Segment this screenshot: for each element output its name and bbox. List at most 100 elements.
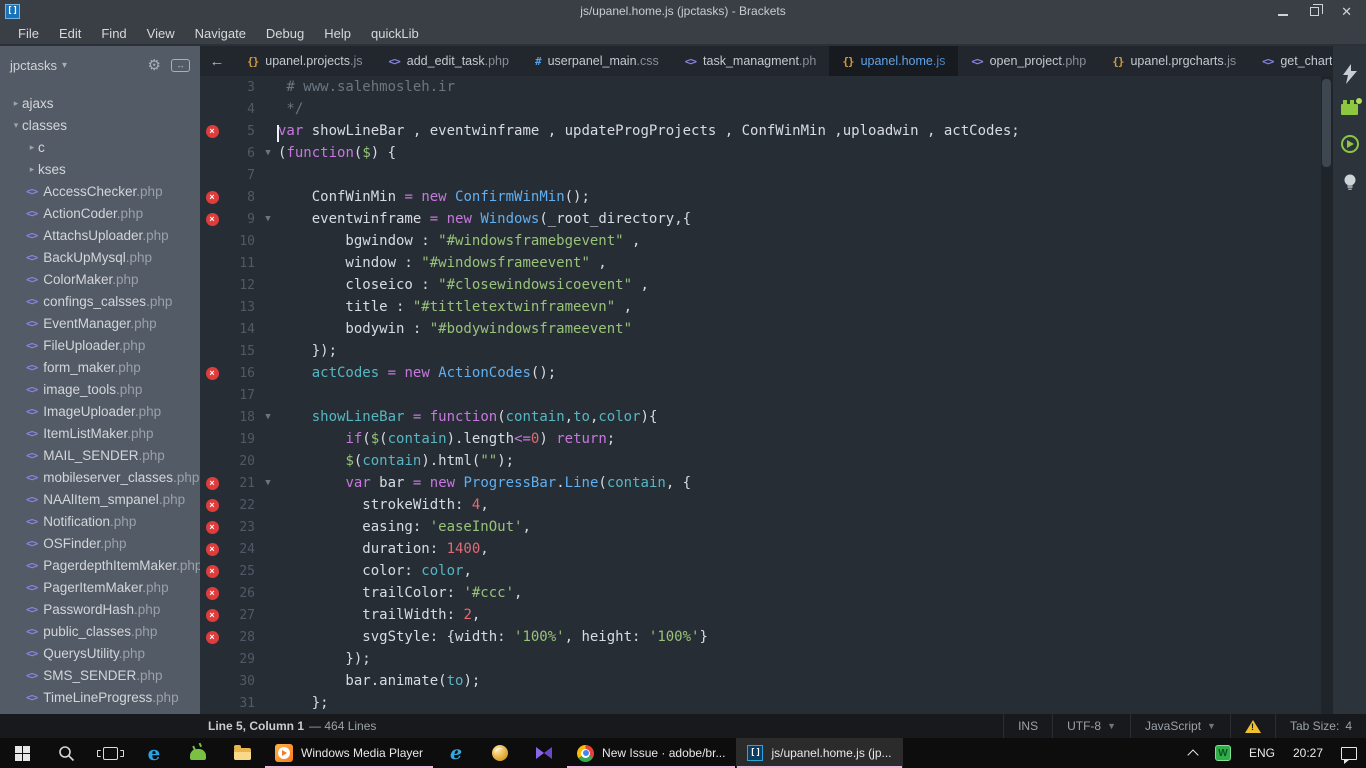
code-line-13[interactable]: 13 title : "#tittletextwinframeevn" , xyxy=(200,296,1332,318)
encoding-dropdown[interactable]: UTF-8▼ xyxy=(1052,714,1130,738)
tree-file-imageuploader-php[interactable]: <>ImageUploader.php xyxy=(0,400,200,422)
code-line-25[interactable]: ×25 color: color, xyxy=(200,560,1332,582)
tree-folder-classes[interactable]: ▾ classes xyxy=(0,114,200,136)
tab-task-managment-ph[interactable]: <>task_managment.ph xyxy=(672,46,830,76)
code-line-24[interactable]: ×24 duration: 1400, xyxy=(200,538,1332,560)
tree-file-form-maker-php[interactable]: <>form_maker.php xyxy=(0,356,200,378)
code-line-23[interactable]: ×23 easing: 'easeInOut', xyxy=(200,516,1332,538)
tree-file-mobileserver-classes-php[interactable]: <>mobileserver_classes.php xyxy=(0,466,200,488)
menu-item-find[interactable]: Find xyxy=(91,22,136,44)
tree-file-naalitem-smpanel-php[interactable]: <>NAAlItem_smpanel.php xyxy=(0,488,200,510)
code-line-22[interactable]: ×22 strokeWidth: 4, xyxy=(200,494,1332,516)
fold-arrow-icon[interactable]: ▼ xyxy=(260,148,276,158)
close-button[interactable]: ✕ xyxy=(1341,5,1352,18)
gear-icon[interactable]: ⚙ xyxy=(148,58,161,73)
fold-arrow-icon[interactable]: ▼ xyxy=(260,478,276,488)
tab-add-edit-task-php[interactable]: <>add_edit_task.php xyxy=(376,46,522,76)
chevron-collapsed-icon[interactable]: ▸ xyxy=(26,142,38,153)
tab-upanel-projects-js[interactable]: {}upanel.projects.js xyxy=(234,46,376,76)
code-line-9[interactable]: ×9▼ eventwinframe = new Windows(_root_di… xyxy=(200,208,1332,230)
tree-folder-kses[interactable]: ▸ kses xyxy=(0,158,200,180)
brackets-taskbar-button[interactable]: [] js/upanel.home.js (jp... xyxy=(736,738,902,768)
live-preview-lightning-icon[interactable] xyxy=(1341,64,1359,84)
tree-file-pageritemmaker-php[interactable]: <>PagerItemMaker.php xyxy=(0,576,200,598)
tree-file-itemlistmaker-php[interactable]: <>ItemListMaker.php xyxy=(0,422,200,444)
minimize-button[interactable] xyxy=(1278,5,1288,18)
code-line-11[interactable]: 11 window : "#windowsframeevent" , xyxy=(200,252,1332,274)
scrollbar-thumb[interactable] xyxy=(1322,79,1331,167)
fold-arrow-icon[interactable]: ▼ xyxy=(260,214,276,224)
chevron-collapsed-icon[interactable]: ▸ xyxy=(10,98,22,109)
taskbar-search-button[interactable] xyxy=(44,738,88,768)
tab-userpanel-main-css[interactable]: #userpanel_main.css xyxy=(522,46,672,76)
project-dropdown[interactable]: jpctasks xyxy=(10,58,57,73)
tree-file-public-classes-php[interactable]: <>public_classes.php xyxy=(0,620,200,642)
tree-file-attachsuploader-php[interactable]: <>AttachsUploader.php xyxy=(0,224,200,246)
menu-item-view[interactable]: View xyxy=(137,22,185,44)
tree-file-backupmysql-php[interactable]: <>BackUpMysql.php xyxy=(0,246,200,268)
tree-file-osfinder-php[interactable]: <>OSFinder.php xyxy=(0,532,200,554)
code-line-8[interactable]: ×8 ConfWinMin = new ConfirmWinMin(); xyxy=(200,186,1332,208)
edge-button[interactable]: e xyxy=(132,738,176,768)
tree-file-querysutility-php[interactable]: <>QuerysUtility.php xyxy=(0,642,200,664)
tree-file-accesschecker-php[interactable]: <>AccessChecker.php xyxy=(0,180,200,202)
tree-file-eventmanager-php[interactable]: <>EventManager.php xyxy=(0,312,200,334)
menu-item-debug[interactable]: Debug xyxy=(256,22,314,44)
code-line-29[interactable]: 29 }); xyxy=(200,648,1332,670)
wmp-taskbar-button[interactable]: Windows Media Player xyxy=(264,738,434,768)
gold-app-button[interactable] xyxy=(478,738,522,768)
tree-file-pagerdepthitemmaker-php[interactable]: <>PagerdepthItemMaker.php xyxy=(0,554,200,576)
code-line-21[interactable]: ×21▼ var bar = new ProgressBar.Line(cont… xyxy=(200,472,1332,494)
code-line-28[interactable]: ×28 svgStyle: {width: '100%', height: '1… xyxy=(200,626,1332,648)
tree-file-notification-php[interactable]: <>Notification.php xyxy=(0,510,200,532)
restore-button[interactable] xyxy=(1310,5,1319,18)
language-indicator[interactable]: ENG xyxy=(1240,738,1284,768)
tab-get-chartdate-php[interactable]: <>get_chartdate.php xyxy=(1249,46,1332,76)
tree-file-mail-sender-php[interactable]: <>MAIL_SENDER.php xyxy=(0,444,200,466)
chevron-expanded-icon[interactable]: ▾ xyxy=(10,120,22,131)
tab-open-project-php[interactable]: <>open_project.php xyxy=(958,46,1099,76)
code-line-31[interactable]: 31 }; xyxy=(200,692,1332,714)
light-bulb-icon[interactable] xyxy=(1342,173,1358,193)
tree-file-image-tools-php[interactable]: <>image_tools.php xyxy=(0,378,200,400)
play-circle-icon[interactable] xyxy=(1341,135,1359,153)
code-line-14[interactable]: 14 bodywin : "#bodywindowsframeevent" xyxy=(200,318,1332,340)
code-line-7[interactable]: 7 xyxy=(200,164,1332,186)
tree-file-confings-calsses-php[interactable]: <>confings_calsses.php xyxy=(0,290,200,312)
internet-explorer-button[interactable]: e xyxy=(434,738,478,768)
split-view-icon[interactable]: ↔ xyxy=(171,59,190,72)
tree-folder-c[interactable]: ▸ c xyxy=(0,136,200,158)
extension-manager-brick-icon[interactable] xyxy=(1341,104,1358,115)
code-line-26[interactable]: ×26 trailColor: '#ccc', xyxy=(200,582,1332,604)
tree-file-colormaker-php[interactable]: <>ColorMaker.php xyxy=(0,268,200,290)
code-line-15[interactable]: 15 }); xyxy=(200,340,1332,362)
code-line-6[interactable]: 6▼(function($) { xyxy=(200,142,1332,164)
menu-item-help[interactable]: Help xyxy=(314,22,361,44)
code-line-27[interactable]: ×27 trailWidth: 2, xyxy=(200,604,1332,626)
code-line-18[interactable]: 18▼ showLineBar = function(contain,to,co… xyxy=(200,406,1332,428)
nav-back-button[interactable]: ← xyxy=(200,46,234,76)
task-view-button[interactable] xyxy=(88,738,132,768)
code-editor[interactable]: 3 # www.salehmosleh.ir4 */×5var showLine… xyxy=(200,76,1332,714)
start-button[interactable] xyxy=(0,738,44,768)
menu-item-file[interactable]: File xyxy=(8,22,49,44)
editor-scrollbar[interactable] xyxy=(1321,76,1332,714)
tab-size-setting[interactable]: Tab Size:4 xyxy=(1275,714,1366,738)
menu-item-navigate[interactable]: Navigate xyxy=(185,22,256,44)
code-line-19[interactable]: 19 if($(contain).length<=0) return; xyxy=(200,428,1332,450)
code-line-3[interactable]: 3 # www.salehmosleh.ir xyxy=(200,76,1332,98)
lint-warning-indicator[interactable] xyxy=(1230,714,1275,738)
code-line-20[interactable]: 20 $(contain).html(""); xyxy=(200,450,1332,472)
android-app-button[interactable] xyxy=(176,738,220,768)
tray-expand-button[interactable] xyxy=(1180,738,1206,768)
menu-item-edit[interactable]: Edit xyxy=(49,22,91,44)
clock[interactable]: 20:27 xyxy=(1284,738,1332,768)
tree-file-timelineprogress-php[interactable]: <>TimeLineProgress.php xyxy=(0,686,200,708)
file-explorer-button[interactable] xyxy=(220,738,264,768)
code-line-17[interactable]: 17 xyxy=(200,384,1332,406)
action-center-button[interactable] xyxy=(1332,738,1366,768)
menu-item-quicklib[interactable]: quickLib xyxy=(361,22,429,44)
tree-file-actioncoder-php[interactable]: <>ActionCoder.php xyxy=(0,202,200,224)
purple-app-button[interactable] xyxy=(522,738,566,768)
tree-file-passwordhash-php[interactable]: <>PasswordHash.php xyxy=(0,598,200,620)
